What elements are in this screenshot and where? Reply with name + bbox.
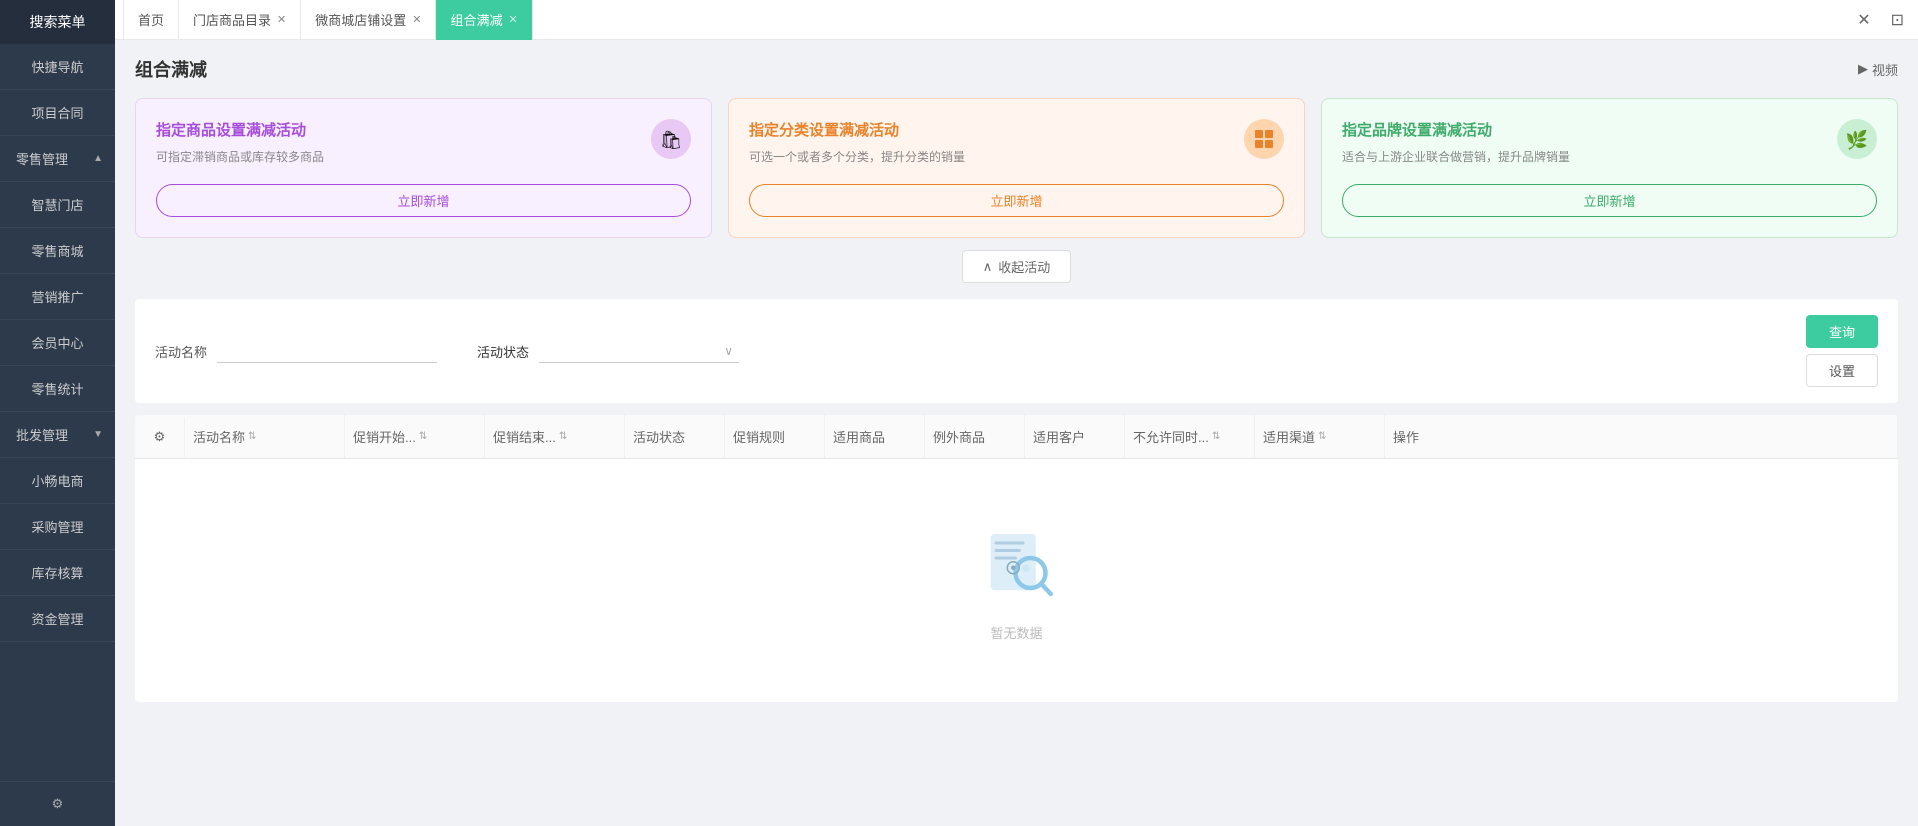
sidebar-item-xiaochangec[interactable]: 小畅电商 (0, 458, 115, 504)
card-goods-desc: 可指定滞销商品或库存较多商品 (156, 148, 691, 170)
empty-state: 暂无数据 (135, 459, 1898, 702)
table-header: ⚙ 活动名称 ⇅ 促销开始... ⇅ 促销结束... ⇅ 活动状态 (135, 415, 1898, 459)
sidebar-item-inventory-calc[interactable]: 库存核算 (0, 550, 115, 596)
svg-text:🛍: 🛍 (660, 130, 683, 150)
activity-name-label: 活动名称 (155, 342, 207, 361)
sort-icon: ⇅ (419, 431, 427, 442)
activity-name-input[interactable] (217, 339, 437, 363)
set-button[interactable]: 设置 (1806, 354, 1878, 387)
video-link[interactable]: ▶ 视频 (1858, 60, 1898, 79)
main-area: 首页 门店商品目录 ✕ 微商城店铺设置 ✕ 组合满减 ✕ ✕ ⊡ 组合满减 ▶ … (115, 0, 1918, 826)
activity-status-field: 活动状态 ∨ (477, 339, 739, 363)
sort-icon: ⇅ (559, 431, 567, 442)
sidebar-item-wholesale-mgmt[interactable]: 批发管理 ▼ (0, 412, 115, 458)
sidebar-search-menu[interactable]: 搜索菜单 (0, 0, 115, 44)
sidebar-item-marketing[interactable]: 营销推广 (0, 274, 115, 320)
data-table: ⚙ 活动名称 ⇅ 促销开始... ⇅ 促销结束... ⇅ 活动状态 (135, 415, 1898, 702)
th-end-date[interactable]: 促销结束... ⇅ (485, 415, 625, 458)
card-category-add-button[interactable]: 立即新增 (749, 184, 1284, 217)
th-customer: 适用客户 (1025, 415, 1125, 458)
th-notallow[interactable]: 不允许同时... ⇅ (1125, 415, 1255, 458)
collapse-bar: ∧ 收起活动 (135, 250, 1898, 283)
card-goods-add-button[interactable]: 立即新增 (156, 184, 691, 217)
card-brand-title: 指定品牌设置满减活动 (1342, 119, 1877, 140)
th-status: 活动状态 (625, 415, 725, 458)
close-window-button[interactable]: ✕ (1851, 8, 1876, 32)
empty-text: 暂无数据 (990, 623, 1042, 642)
sidebar-item-retail-stats[interactable]: 零售统计 (0, 366, 115, 412)
sidebar-item-retail-mall[interactable]: 零售商城 (0, 228, 115, 274)
play-icon: ▶ (1858, 61, 1868, 77)
tab-store-catalog[interactable]: 门店商品目录 ✕ (179, 0, 301, 40)
page-header: 组合满减 ▶ 视频 (135, 56, 1898, 82)
sidebar-item-smart-store[interactable]: 智慧门店 (0, 182, 115, 228)
search-actions: 查询 设置 (1806, 315, 1878, 387)
sidebar-item-member-center[interactable]: 会员中心 (0, 320, 115, 366)
card-brand-add-button[interactable]: 立即新增 (1342, 184, 1877, 217)
sort-icon: ⇅ (1318, 431, 1326, 442)
search-bar: 活动名称 活动状态 ∨ 查询 设置 (135, 299, 1898, 403)
bag-icon: 🛍 (651, 119, 691, 166)
activity-name-field: 活动名称 (155, 339, 437, 363)
chevron-down-icon: ▼ (93, 429, 103, 440)
activity-status-select[interactable] (539, 339, 739, 363)
th-start-date[interactable]: 促销开始... ⇅ (345, 415, 485, 458)
tab-window-actions: ✕ ⊡ (1851, 8, 1910, 32)
card-category-desc: 可选一个或者多个分类，提升分类的销量 (749, 148, 1284, 170)
activity-status-label: 活动状态 (477, 342, 529, 361)
sort-icon: ⇅ (1212, 431, 1220, 442)
query-button[interactable]: 查询 (1806, 315, 1878, 348)
page-title: 组合满减 (135, 56, 207, 82)
card-goods-title: 指定商品设置满减活动 (156, 119, 691, 140)
activity-status-select-wrapper: ∨ (539, 339, 739, 363)
th-goods: 适用商品 (825, 415, 925, 458)
card-category-title: 指定分类设置满减活动 (749, 119, 1284, 140)
close-tab-combo-discount[interactable]: ✕ (509, 13, 518, 26)
card-brand-desc: 适合与上游企业联合做营销，提升品牌销量 (1342, 148, 1877, 170)
tab-bar: 首页 门店商品目录 ✕ 微商城店铺设置 ✕ 组合满减 ✕ ✕ ⊡ (115, 0, 1918, 40)
card-brand: 指定品牌设置满减活动 🌿 适合与上游企业联合做营销，提升品牌销量 立即新增 (1321, 98, 1898, 238)
tab-home[interactable]: 首页 (123, 0, 179, 40)
empty-illustration (972, 519, 1062, 609)
expand-window-button[interactable]: ⊡ (1885, 8, 1910, 32)
th-activity-name[interactable]: 活动名称 ⇅ (185, 415, 345, 458)
card-goods: 指定商品设置满减活动 🛍 可指定滞销商品或库存较多商品 立即新增 (135, 98, 712, 238)
close-tab-wechat-store[interactable]: ✕ (412, 13, 421, 26)
chevron-up-icon: ▲ (93, 153, 103, 164)
th-rule: 促销规则 (725, 415, 825, 458)
th-channel[interactable]: 适用渠道 ⇅ (1255, 415, 1385, 458)
th-gear[interactable]: ⚙ (135, 417, 185, 457)
tab-wechat-store[interactable]: 微商城店铺设置 ✕ (301, 0, 436, 40)
sidebar-item-project-contract[interactable]: 项目合同 (0, 90, 115, 136)
sidebar-item-purchase-mgmt[interactable]: 采购管理 (0, 504, 115, 550)
svg-text:🌿: 🌿 (1846, 129, 1868, 150)
leaf-icon: 🌿 (1837, 119, 1877, 166)
sidebar-item-quick-nav[interactable]: 快捷导航 (0, 44, 115, 90)
sidebar: 搜索菜单 快捷导航 项目合同 零售管理 ▲ 智慧门店 零售商城 营销推广 会员中… (0, 0, 115, 826)
th-action: 操作 (1385, 415, 1898, 458)
th-exception: 例外商品 (925, 415, 1025, 458)
close-tab-store-catalog[interactable]: ✕ (277, 13, 286, 26)
chevron-up-icon: ∧ (983, 259, 993, 275)
cards-row: 指定商品设置满减活动 🛍 可指定滞销商品或库存较多商品 立即新增 指定分类设置满… (135, 98, 1898, 238)
page-content: 组合满减 ▶ 视频 指定商品设置满减活动 🛍 可指定滞销商品或库存较多商品 立即… (115, 40, 1918, 826)
category-icon (1244, 119, 1284, 166)
gear-button[interactable]: ⚙ (0, 781, 115, 826)
collapse-activity-button[interactable]: ∧ 收起活动 (962, 250, 1072, 283)
sidebar-item-fund-mgmt[interactable]: 资金管理 (0, 596, 115, 642)
tab-combo-discount[interactable]: 组合满减 ✕ (436, 0, 532, 40)
card-category: 指定分类设置满减活动 可选一个或者多个分类，提升分类的销量 立即新增 (728, 98, 1305, 238)
sidebar-item-retail-mgmt[interactable]: 零售管理 ▲ (0, 136, 115, 182)
settings-icon: ⚙ (154, 429, 166, 445)
sort-icon: ⇅ (248, 431, 256, 442)
